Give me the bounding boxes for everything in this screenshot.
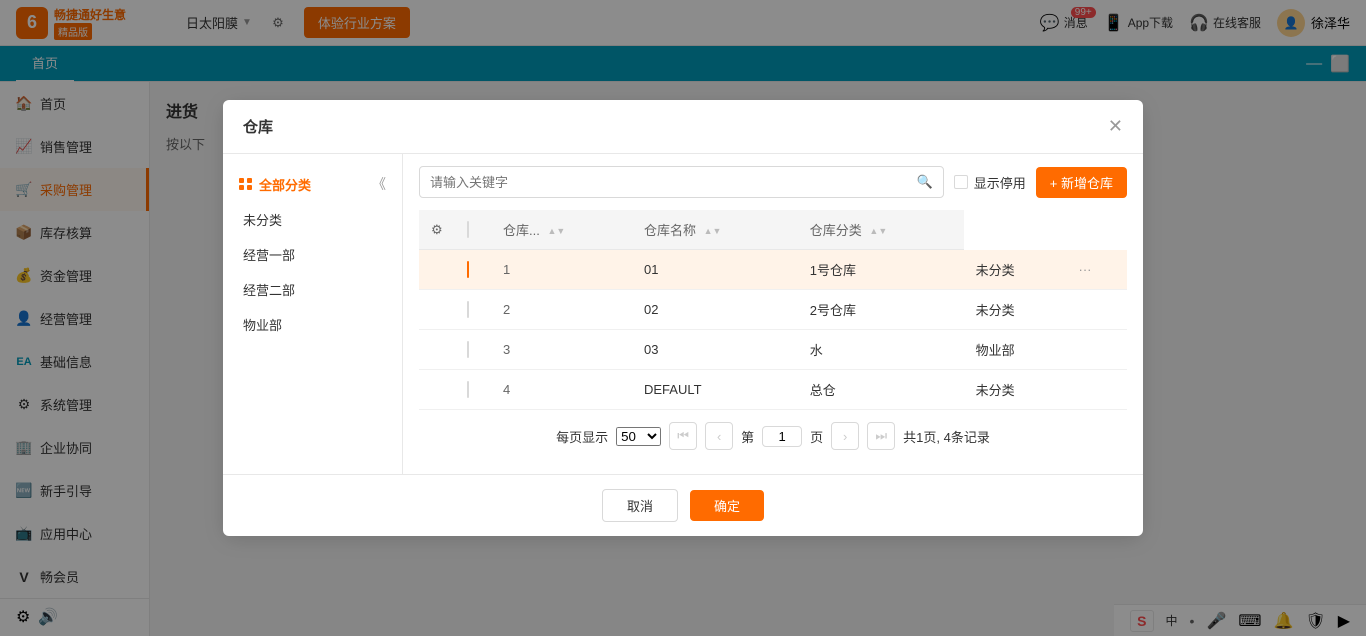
th-category-label: 仓库分类	[810, 223, 862, 238]
td-settings-2	[419, 290, 455, 330]
warehouse-table: ⚙ 仓库... ▲▼ 仓库名称	[419, 210, 1127, 410]
th-checkbox	[455, 210, 491, 250]
sort-code-icon: ▲▼	[547, 227, 565, 236]
row-checkbox-2[interactable]	[467, 301, 469, 318]
table-row[interactable]: 4 DEFAULT 总仓 未分类	[419, 370, 1127, 410]
add-warehouse-button[interactable]: + 新增仓库	[1036, 167, 1127, 198]
all-category-label: 全部分类	[259, 175, 311, 194]
td-code-1: 01	[632, 250, 798, 290]
td-name-2: 2号仓库	[798, 290, 964, 330]
td-num-4: 4	[491, 370, 632, 410]
all-category-button[interactable]: 全部分类	[239, 175, 311, 194]
td-checkbox-4[interactable]	[455, 370, 491, 410]
td-checkbox-3[interactable]	[455, 330, 491, 370]
category-item-unclassified[interactable]: 未分类	[223, 202, 402, 237]
show-disabled-checkbox[interactable]	[954, 175, 968, 189]
modal-close-button[interactable]: ✕	[1108, 116, 1123, 137]
table-toolbar: 🔍 显示停用 + 新增仓库	[419, 166, 1127, 198]
search-input[interactable]	[430, 175, 911, 190]
td-category-1: 未分类	[964, 250, 1067, 290]
th-category[interactable]: 仓库分类 ▲▼	[798, 210, 964, 250]
table-row[interactable]: 3 03 水 物业部	[419, 330, 1127, 370]
td-num-3: 3	[491, 330, 632, 370]
category-header: 全部分类 《	[223, 166, 402, 202]
page-prev-btn[interactable]: ‹	[705, 422, 733, 450]
td-name-3: 水	[798, 330, 964, 370]
table-body: 1 01 1号仓库 未分类 ··· 2 02 2	[419, 250, 1127, 410]
show-disabled-label[interactable]: 显示停用	[954, 173, 1026, 192]
td-more-3[interactable]	[1067, 330, 1127, 370]
category-item-ops2[interactable]: 经营二部	[223, 272, 402, 307]
modal-title: 仓库	[243, 116, 273, 137]
table-head: ⚙ 仓库... ▲▼ 仓库名称	[419, 210, 1127, 250]
table-panel: 🔍 显示停用 + 新增仓库 ⚙	[403, 154, 1143, 474]
th-name-label: 仓库名称	[644, 223, 696, 238]
cancel-button[interactable]: 取消	[602, 489, 678, 522]
show-disabled-text: 显示停用	[974, 173, 1026, 192]
td-code-2: 02	[632, 290, 798, 330]
table-row[interactable]: 1 01 1号仓库 未分类 ···	[419, 250, 1127, 290]
confirm-button[interactable]: 确定	[690, 490, 764, 521]
page-first-btn[interactable]: ⏮	[669, 422, 697, 450]
td-code-4: DEFAULT	[632, 370, 798, 410]
td-settings-3	[419, 330, 455, 370]
page-last-btn[interactable]: ⏭	[867, 422, 895, 450]
collapse-icon[interactable]: 《	[372, 174, 386, 194]
td-settings-1	[419, 250, 455, 290]
th-name[interactable]: 仓库名称 ▲▼	[632, 210, 798, 250]
sort-category-icon: ▲▼	[869, 227, 887, 236]
row-checkbox-1[interactable]	[467, 261, 469, 278]
td-category-4: 未分类	[964, 370, 1067, 410]
td-more-4[interactable]	[1067, 370, 1127, 410]
total-records: 共1页, 4条记录	[903, 427, 990, 446]
category-item-property[interactable]: 物业部	[223, 307, 402, 342]
table-header-row: ⚙ 仓库... ▲▼ 仓库名称	[419, 210, 1127, 250]
modal-header: 仓库 ✕	[223, 100, 1143, 154]
th-settings: ⚙	[419, 210, 455, 250]
td-settings-4	[419, 370, 455, 410]
td-code-3: 03	[632, 330, 798, 370]
td-name-4: 总仓	[798, 370, 964, 410]
td-checkbox-1[interactable]	[455, 250, 491, 290]
td-num-1: 1	[491, 250, 632, 290]
modal-footer: 取消 确定	[223, 474, 1143, 536]
row-checkbox-4[interactable]	[467, 381, 469, 398]
td-more-1[interactable]: ···	[1067, 250, 1127, 290]
td-more-2[interactable]	[1067, 290, 1127, 330]
pagination: 每页显示 50 20 100 ⏮ ‹ 第 页 › ⏭ 共1页, 4条记录	[419, 410, 1127, 462]
row-checkbox-3[interactable]	[467, 341, 469, 358]
search-box: 🔍	[419, 166, 944, 198]
row-more-icon-1[interactable]: ···	[1079, 262, 1092, 277]
th-code-label: 仓库...	[503, 223, 540, 238]
page-label: 第	[741, 427, 754, 446]
page-suffix: 页	[810, 427, 823, 446]
td-category-3: 物业部	[964, 330, 1067, 370]
td-name-1: 1号仓库	[798, 250, 964, 290]
search-icon[interactable]: 🔍	[917, 174, 933, 190]
table-container: ⚙ 仓库... ▲▼ 仓库名称	[419, 210, 1127, 410]
page-number-input[interactable]	[762, 426, 802, 447]
category-item-ops1[interactable]: 经营一部	[223, 237, 402, 272]
modal-overlay: 仓库 ✕ 全部分类 《	[0, 0, 1366, 636]
td-category-2: 未分类	[964, 290, 1067, 330]
sort-name-icon: ▲▼	[704, 227, 722, 236]
settings-header-icon: ⚙	[431, 222, 443, 237]
page-next-btn[interactable]: ›	[831, 422, 859, 450]
td-num-2: 2	[491, 290, 632, 330]
warehouse-modal: 仓库 ✕ 全部分类 《	[223, 100, 1143, 536]
modal-body: 全部分类 《 未分类 经营一部 经营二部 物业部 🔍	[223, 154, 1143, 474]
td-checkbox-2[interactable]	[455, 290, 491, 330]
grid-icon	[239, 178, 253, 190]
category-panel: 全部分类 《 未分类 经营一部 经营二部 物业部	[223, 154, 403, 474]
select-all-checkbox[interactable]	[467, 221, 469, 238]
table-row[interactable]: 2 02 2号仓库 未分类	[419, 290, 1127, 330]
per-page-label: 每页显示	[556, 427, 608, 446]
th-code[interactable]: 仓库... ▲▼	[491, 210, 632, 250]
per-page-select[interactable]: 50 20 100	[616, 427, 661, 446]
